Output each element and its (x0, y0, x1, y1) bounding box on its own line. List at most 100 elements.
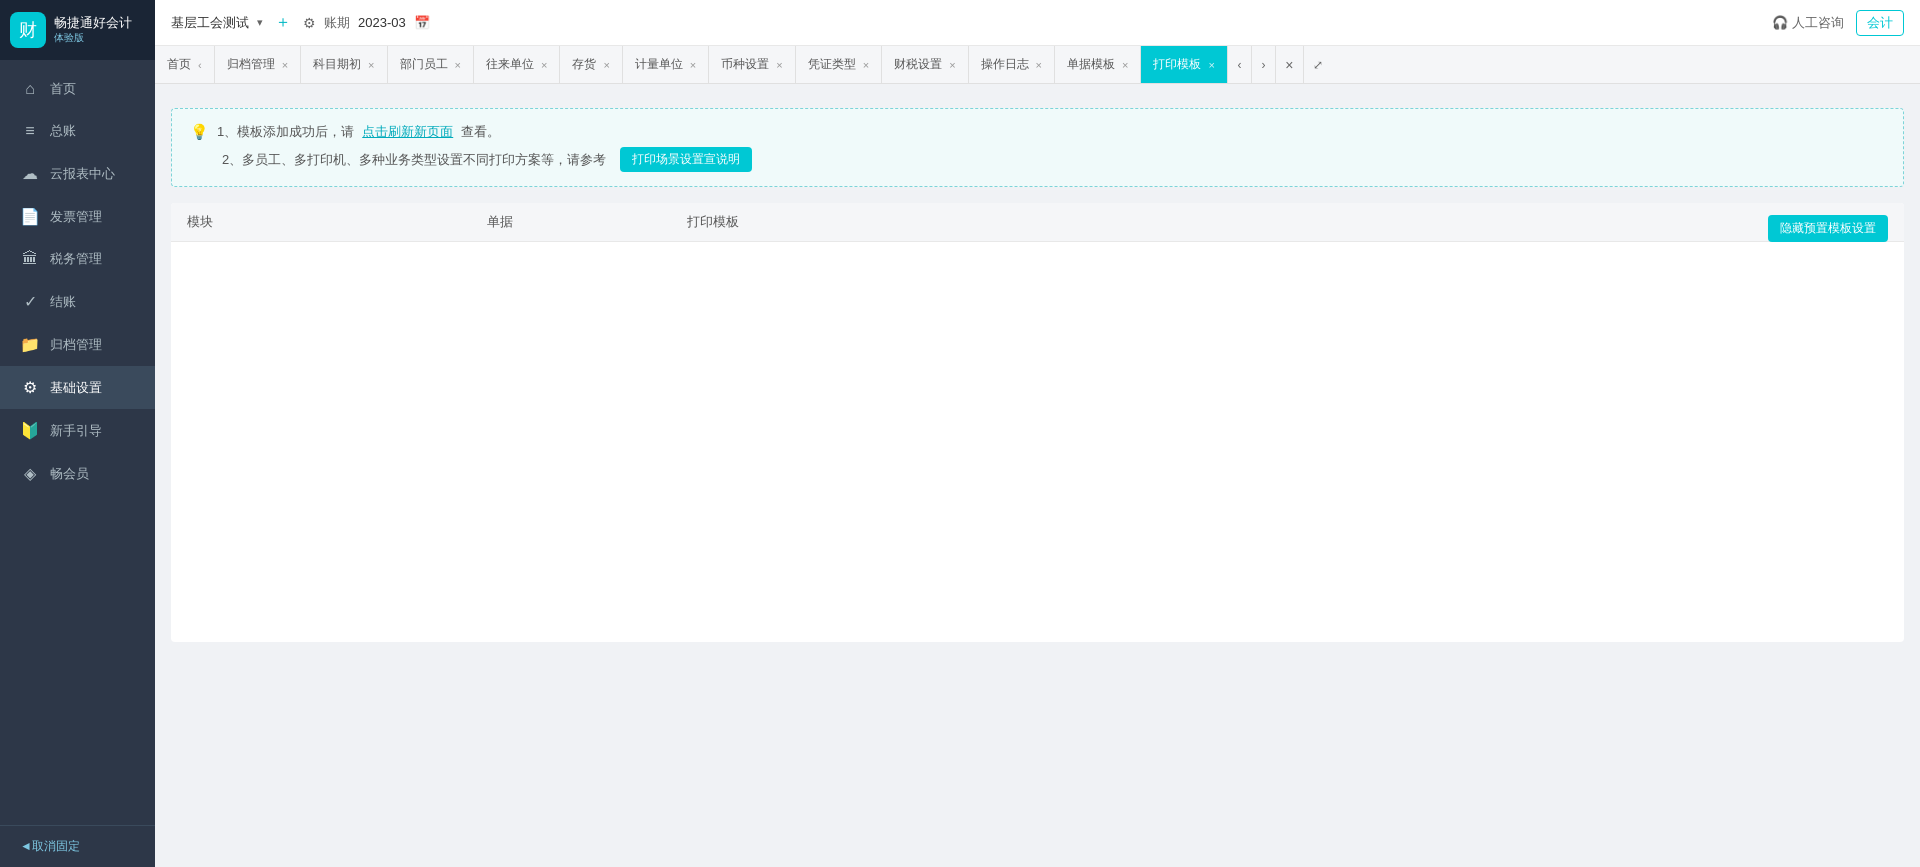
tab-voucher-type[interactable]: 凭证类型 × (796, 46, 882, 84)
company-dropdown-arrow[interactable]: ▾ (257, 16, 263, 29)
tax-icon: 🏛 (20, 250, 40, 268)
hide-template-button[interactable]: 隐藏预置模板设置 (1768, 215, 1888, 242)
tab-subject-close[interactable]: × (368, 59, 374, 71)
tab-tax-close[interactable]: × (949, 59, 955, 71)
unpin-button[interactable]: ◄取消固定 (0, 825, 155, 867)
sidebar-item-tax[interactable]: 🏛 税务管理 (0, 238, 155, 280)
invoice-icon: 📄 (20, 207, 40, 226)
sidebar-item-archive[interactable]: 📁 归档管理 (0, 323, 155, 366)
account-button[interactable]: 会计 (1856, 10, 1904, 36)
tab-home-label: 首页 (167, 56, 191, 73)
tab-close-all-button[interactable]: × (1276, 46, 1304, 84)
sidebar: 财 畅捷通好会计 体验版 ⌂ 首页 ≡ 总账 ☁ 云报表中心 📄 发票管理 🏛 … (0, 0, 155, 867)
guide-icon: 🔰 (20, 421, 40, 440)
sidebar-nav: ⌂ 首页 ≡ 总账 ☁ 云报表中心 📄 发票管理 🏛 税务管理 ✓ 结账 📁 归… (0, 60, 155, 825)
content-wrapper: 隐藏预置模板设置 💡 1、模板添加成功后，请 点击刷新新页面 查看。 2、多员工… (171, 100, 1904, 642)
tab-next-button[interactable]: › (1252, 46, 1276, 84)
tab-operation-log[interactable]: 操作日志 × (969, 46, 1055, 84)
topbar: 基层工会测试 ▾ ＋ ⚙ 账期 2023-03 📅 🎧 人工咨询 会计 (155, 0, 1920, 46)
tab-prev-button[interactable]: ‹ (1228, 46, 1252, 84)
sidebar-label-archive: 归档管理 (50, 336, 102, 354)
notice-line1-suffix: 查看。 (461, 123, 500, 141)
tab-voucher-type-close[interactable]: × (863, 59, 869, 71)
tab-unit-label: 计量单位 (635, 56, 683, 73)
tab-operation-log-close[interactable]: × (1036, 59, 1042, 71)
tab-department[interactable]: 部门员工 × (388, 46, 474, 84)
tab-unit-close[interactable]: × (690, 59, 696, 71)
logo-subtitle: 体验版 (54, 31, 132, 45)
tab-document-template[interactable]: 单据模板 × (1055, 46, 1141, 84)
tab-home[interactable]: 首页 ‹ (155, 46, 215, 84)
support-button[interactable]: 🎧 人工咨询 (1772, 14, 1844, 32)
sidebar-item-ledger[interactable]: ≡ 总账 (0, 110, 155, 152)
sidebar-item-settle[interactable]: ✓ 结账 (0, 280, 155, 323)
sidebar-item-reports[interactable]: ☁ 云报表中心 (0, 152, 155, 195)
sidebar-label-guide: 新手引导 (50, 422, 102, 440)
ledger-icon: ≡ (20, 122, 40, 140)
sidebar-item-vip[interactable]: ◈ 畅会员 (0, 452, 155, 495)
tab-archive-label: 归档管理 (227, 56, 275, 73)
logo-text: 畅捷通好会计 体验版 (54, 15, 132, 46)
main-area: 基层工会测试 ▾ ＋ ⚙ 账期 2023-03 📅 🎧 人工咨询 会计 首页 ‹… (155, 0, 1920, 867)
period-label: 账期 (324, 14, 350, 32)
tab-counterparty[interactable]: 往来单位 × (474, 46, 560, 84)
settings-icon: ⚙ (20, 378, 40, 397)
notice-line2-prefix: 2、多员工、多打印机、多种业务类型设置不同打印方案等，请参考 (222, 151, 606, 169)
tab-tax-label: 财税设置 (894, 56, 942, 73)
sidebar-item-invoice[interactable]: 📄 发票管理 (0, 195, 155, 238)
table-body (171, 242, 1904, 642)
settle-icon: ✓ (20, 292, 40, 311)
lightbulb-icon: 💡 (190, 123, 209, 141)
sidebar-item-home[interactable]: ⌂ 首页 (0, 68, 155, 110)
tab-tax[interactable]: 财税设置 × (882, 46, 968, 84)
tab-document-template-close[interactable]: × (1122, 59, 1128, 71)
notice-box: 💡 1、模板添加成功后，请 点击刷新新页面 查看。 2、多员工、多打印机、多种业… (171, 108, 1904, 187)
add-company-button[interactable]: ＋ (271, 12, 295, 33)
data-table: 模块 单据 打印模板 (171, 203, 1904, 642)
cloud-icon: ☁ (20, 164, 40, 183)
tab-department-close[interactable]: × (455, 59, 461, 71)
sidebar-label-home: 首页 (50, 80, 76, 98)
tabbar: 首页 ‹ 归档管理 × 科目期初 × 部门员工 × 往来单位 × 存货 × 计量… (155, 46, 1920, 84)
sidebar-logo: 财 畅捷通好会计 体验版 (0, 0, 155, 60)
tab-print-template[interactable]: 打印模板 × (1141, 46, 1227, 84)
tab-department-label: 部门员工 (400, 56, 448, 73)
tab-unit[interactable]: 计量单位 × (623, 46, 709, 84)
tab-currency-close[interactable]: × (776, 59, 782, 71)
tab-currency[interactable]: 币种设置 × (709, 46, 795, 84)
tab-archive-close[interactable]: × (282, 59, 288, 71)
notice-line-1: 💡 1、模板添加成功后，请 点击刷新新页面 查看。 (190, 123, 1885, 141)
sidebar-label-vip: 畅会员 (50, 465, 89, 483)
vip-icon: ◈ (20, 464, 40, 483)
unpin-label: ◄取消固定 (20, 838, 80, 855)
tab-inventory[interactable]: 存货 × (560, 46, 622, 84)
tab-archive[interactable]: 归档管理 × (215, 46, 301, 84)
archive-icon: 📁 (20, 335, 40, 354)
notice-refresh-link[interactable]: 点击刷新新页面 (362, 123, 453, 141)
tab-subject[interactable]: 科目期初 × (301, 46, 387, 84)
print-scene-button[interactable]: 打印场景设置宣说明 (620, 147, 752, 172)
company-settings-icon[interactable]: ⚙ (303, 15, 316, 31)
period-value: 2023-03 (358, 15, 406, 30)
tab-subject-label: 科目期初 (313, 56, 361, 73)
sidebar-item-settings[interactable]: ⚙ 基础设置 (0, 366, 155, 409)
tab-voucher-type-label: 凭证类型 (808, 56, 856, 73)
col-module: 模块 (171, 203, 471, 241)
logo-icon: 财 (10, 12, 46, 48)
sidebar-label-reports: 云报表中心 (50, 165, 115, 183)
sidebar-item-guide[interactable]: 🔰 新手引导 (0, 409, 155, 452)
notice-line-2: 2、多员工、多打印机、多种业务类型设置不同打印方案等，请参考 打印场景设置宣说明 (190, 147, 1885, 172)
tab-operation-log-label: 操作日志 (981, 56, 1029, 73)
tab-counterparty-close[interactable]: × (541, 59, 547, 71)
sidebar-label-settings: 基础设置 (50, 379, 102, 397)
topbar-right: 🎧 人工咨询 会计 (1772, 10, 1904, 36)
sidebar-label-invoice: 发票管理 (50, 208, 102, 226)
calendar-icon[interactable]: 📅 (414, 15, 430, 30)
tab-print-template-close[interactable]: × (1208, 59, 1214, 71)
tab-inventory-label: 存货 (572, 56, 596, 73)
tab-inventory-close[interactable]: × (603, 59, 609, 71)
content-area: 隐藏预置模板设置 💡 1、模板添加成功后，请 点击刷新新页面 查看。 2、多员工… (155, 84, 1920, 867)
tab-document-template-label: 单据模板 (1067, 56, 1115, 73)
sidebar-label-settle: 结账 (50, 293, 76, 311)
tab-expand-button[interactable]: ⤢ (1304, 46, 1332, 84)
